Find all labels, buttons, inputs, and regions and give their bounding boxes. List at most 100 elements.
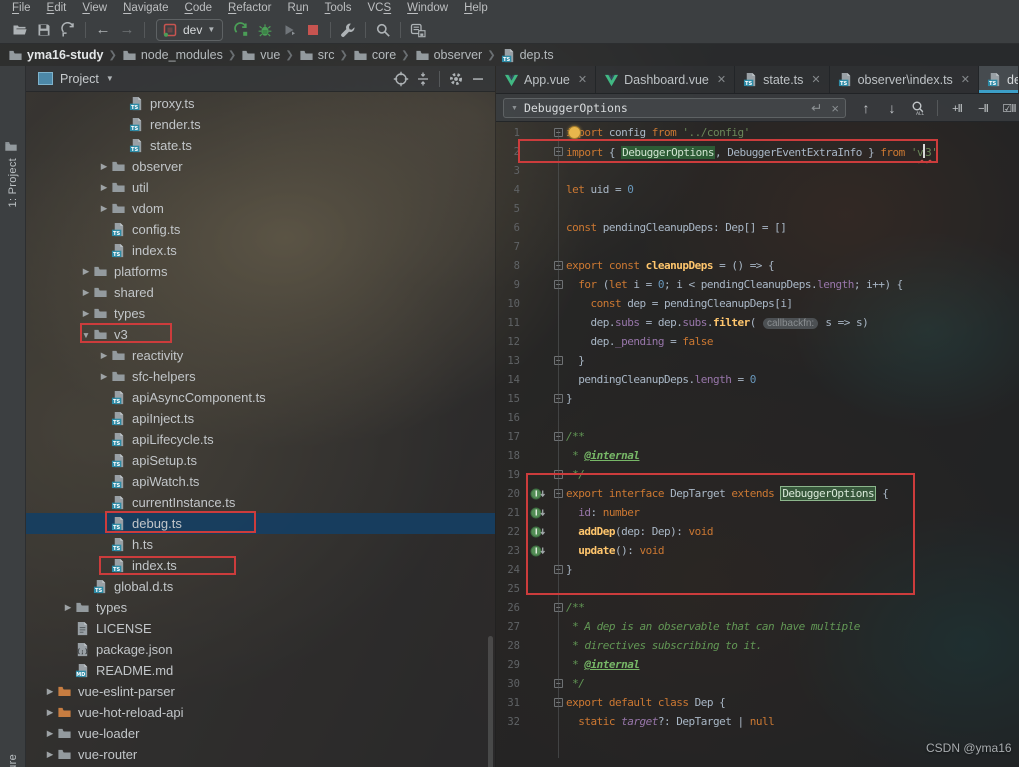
tree-item-shared[interactable]: ▶ shared — [26, 282, 495, 303]
forward-icon[interactable]: → — [115, 19, 139, 41]
arrow-up-icon[interactable]: ↑ — [854, 97, 878, 119]
tree-item-render-ts[interactable]: TS render.ts — [26, 114, 495, 135]
code-line-10[interactable]: 10 const dep = pendingCleanupDeps[i] — [496, 294, 1019, 313]
code-line-24[interactable]: 24−} — [496, 560, 1019, 579]
tree-item-vue-eslint-parser[interactable]: ▶ vue-eslint-parser — [26, 681, 495, 702]
open-icon[interactable] — [8, 19, 32, 41]
sync-icon[interactable] — [56, 19, 80, 41]
code-line-3[interactable]: 3 — [496, 161, 1019, 180]
implemented-marker-icon[interactable]: I — [526, 486, 550, 502]
chevron-right-icon[interactable]: ▶ — [43, 749, 57, 760]
coverage-icon[interactable] — [277, 19, 301, 41]
code-line-14[interactable]: 14 pendingCleanupDeps.length = 0 — [496, 370, 1019, 389]
tree-item-vue-loader[interactable]: ▶ vue-loader — [26, 723, 495, 744]
tree-item-types[interactable]: ▶ types — [26, 303, 495, 324]
project-panel-title[interactable]: Project — [60, 72, 99, 86]
code-line-28[interactable]: 28 * directives subscribing to it. — [496, 636, 1019, 655]
back-icon[interactable]: ← — [91, 19, 115, 41]
code-line-29[interactable]: 29 * @internal — [496, 655, 1019, 674]
code-line-19[interactable]: 19− */ — [496, 465, 1019, 484]
tree-item-vue-hot-reload-api[interactable]: ▶ vue-hot-reload-api — [26, 702, 495, 723]
stop-icon[interactable] — [301, 19, 325, 41]
chevron-right-icon[interactable]: ▶ — [43, 707, 57, 718]
breadcrumb-item-yma16-study[interactable]: yma16-study — [8, 48, 103, 63]
implemented-marker-icon[interactable]: I — [526, 524, 550, 540]
menu-item-edit[interactable]: Edit — [40, 0, 74, 16]
close-icon[interactable]: ✕ — [961, 73, 970, 86]
close-icon[interactable]: ✕ — [578, 73, 587, 86]
menu-item-run[interactable]: Run — [281, 0, 316, 16]
tree-item-reactivity[interactable]: ▶ reactivity — [26, 345, 495, 366]
tree-item-license[interactable]: LICENSE — [26, 618, 495, 639]
tab-observer-index-ts[interactable]: TS observer\index.ts ✕ — [830, 66, 980, 93]
add-occurrence-icon[interactable]: +Ⅱ — [945, 97, 969, 119]
code-line-20[interactable]: 20I−export interface DepTarget extends D… — [496, 484, 1019, 503]
tree-item-debug-ts[interactable]: TS debug.ts — [26, 513, 495, 534]
project-scrollbar[interactable] — [488, 636, 493, 767]
code-line-30[interactable]: 30− */ — [496, 674, 1019, 693]
code-line-11[interactable]: 11 dep.subs = dep.subs.filter( callbackf… — [496, 313, 1019, 332]
breadcrumb-item-vue[interactable]: vue — [241, 48, 280, 63]
wrench-icon[interactable] — [336, 19, 360, 41]
chevron-right-icon[interactable]: ▶ — [97, 350, 111, 361]
code-line-4[interactable]: 4 let uid = 0 — [496, 180, 1019, 199]
chevron-right-icon[interactable]: ▶ — [97, 182, 111, 193]
chevron-down-icon[interactable]: ▼ — [106, 74, 114, 83]
tree-item-apiinject-ts[interactable]: TS apiInject.ts — [26, 408, 495, 429]
tree-item-vue-router[interactable]: ▶ vue-router — [26, 744, 495, 765]
breadcrumb-item-dep-ts[interactable]: TS dep.ts — [501, 48, 554, 63]
tree-item-proxy-ts[interactable]: TS proxy.ts — [26, 93, 495, 114]
chevron-right-icon[interactable]: ▶ — [79, 308, 93, 319]
tree-item-index-ts[interactable]: TS index.ts — [26, 555, 495, 576]
code-line-17[interactable]: 17−/** — [496, 427, 1019, 446]
menu-item-vcs[interactable]: VCS — [360, 0, 398, 16]
tree-item-v3[interactable]: ▼ v3 — [26, 324, 495, 345]
code-line-8[interactable]: 8−export const cleanupDeps = () => { — [496, 256, 1019, 275]
menu-item-view[interactable]: View — [75, 0, 114, 16]
breadcrumb-item-node-modules[interactable]: node_modules — [122, 48, 223, 63]
tree-item-util[interactable]: ▶ util — [26, 177, 495, 198]
tree-item-package-json[interactable]: {;} package.json — [26, 639, 495, 660]
tree-item-apilifecycle-ts[interactable]: TS apiLifecycle.ts — [26, 429, 495, 450]
code-line-16[interactable]: 16 — [496, 408, 1019, 427]
code-line-18[interactable]: 18 * @internal — [496, 446, 1019, 465]
chevron-right-icon[interactable]: ▶ — [61, 602, 75, 613]
code-line-27[interactable]: 27 * A dep is an observable that can hav… — [496, 617, 1019, 636]
code-line-22[interactable]: 22 I addDep(dep: Dep): void — [496, 522, 1019, 541]
code-line-26[interactable]: 26−/** — [496, 598, 1019, 617]
search-history-chevron-icon[interactable]: ▼ — [511, 105, 518, 112]
menu-item-file[interactable]: File — [5, 0, 38, 16]
code-editor[interactable]: 1−import config from '../config'2−import… — [496, 122, 1019, 767]
breadcrumb-item-src[interactable]: src — [299, 48, 334, 63]
collapse-all-icon[interactable] — [412, 69, 434, 89]
tool-window-button-structure[interactable]: Structure — [0, 754, 25, 767]
arrow-down-icon[interactable]: ↓ — [880, 97, 904, 119]
chevron-right-icon[interactable]: ▶ — [79, 266, 93, 277]
tree-item-h-ts[interactable]: TS h.ts — [26, 534, 495, 555]
minimize-icon[interactable] — [467, 69, 489, 89]
code-line-5[interactable]: 5 — [496, 199, 1019, 218]
tree-item-observer[interactable]: ▶ observer — [26, 156, 495, 177]
settings-sync-icon[interactable] — [406, 19, 430, 41]
close-icon[interactable]: ✕ — [811, 73, 820, 86]
chevron-right-icon[interactable]: ▶ — [97, 371, 111, 382]
chevron-right-icon[interactable]: ▶ — [43, 686, 57, 697]
menu-item-help[interactable]: Help — [457, 0, 495, 16]
chevron-right-icon[interactable]: ▶ — [97, 203, 111, 214]
code-line-2[interactable]: 2−import { DebuggerOptions, DebuggerEven… — [496, 142, 1019, 161]
tab-app-vue[interactable]: App.vue ✕ — [496, 66, 597, 93]
tree-item-apisetup-ts[interactable]: TS apiSetup.ts — [26, 450, 495, 471]
tree-item-apiwatch-ts[interactable]: TS apiWatch.ts — [26, 471, 495, 492]
code-line-31[interactable]: 31−export default class Dep { — [496, 693, 1019, 712]
tree-item-vdom[interactable]: ▶ vdom — [26, 198, 495, 219]
code-line-25[interactable]: 25 — [496, 579, 1019, 598]
close-icon[interactable]: ✕ — [717, 73, 726, 86]
save-icon[interactable] — [32, 19, 56, 41]
menu-item-refactor[interactable]: Refactor — [221, 0, 278, 16]
close-icon[interactable]: × — [831, 101, 839, 116]
search-input[interactable]: ▼ DebuggerOptions × — [503, 98, 846, 118]
tree-item-currentinstance-ts[interactable]: TS currentInstance.ts — [26, 492, 495, 513]
tree-item-global-d-ts[interactable]: TS global.d.ts — [26, 576, 495, 597]
tree-item-apiasynccomponent-ts[interactable]: TS apiAsyncComponent.ts — [26, 387, 495, 408]
gear-icon[interactable] — [445, 69, 467, 89]
